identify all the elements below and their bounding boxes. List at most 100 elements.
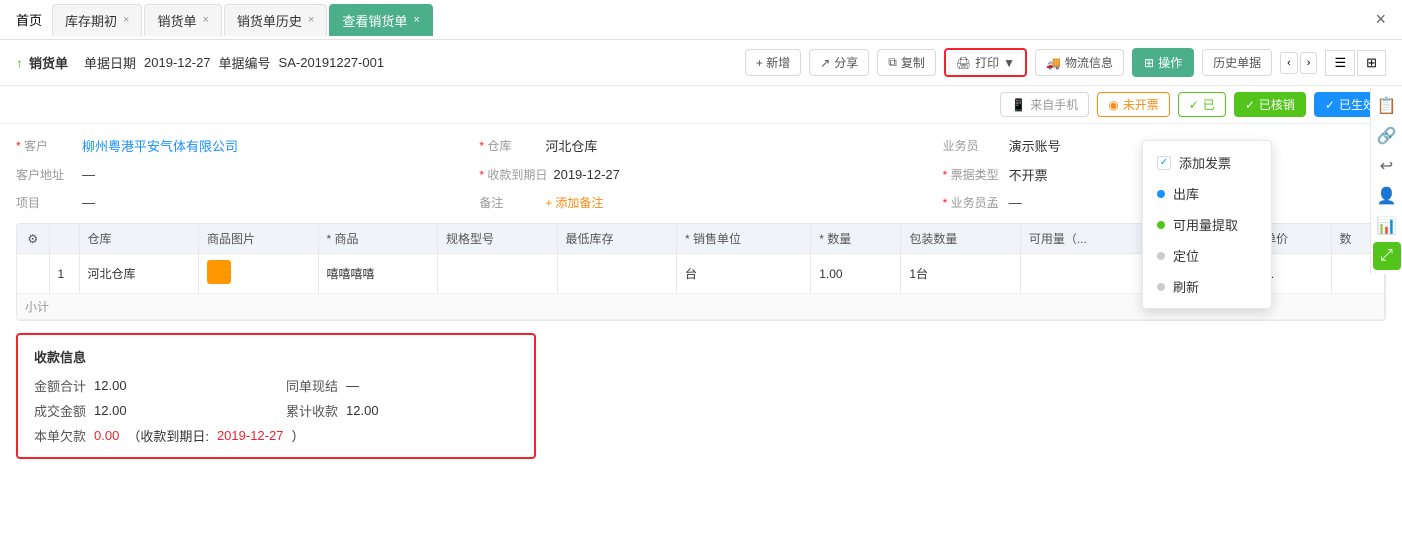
payment-date-value: 2019-12-27 <box>553 167 620 182</box>
cumulative-row: 累计收款 12.00 <box>286 401 518 420</box>
copy-button[interactable]: ⧉ 复制 <box>877 49 936 76</box>
payment-grid: 金额合计 12.00 同单现结 — 成交金额 12.00 累计收款 12.00 … <box>34 376 518 445</box>
form-actions: + 新增 ↗ 分享 ⧉ 复制 🖨 打印 ▼ 🚚 物流信息 ⊞ 操作 <box>745 48 1386 77</box>
same-order-row: 同单现结 — <box>286 376 518 395</box>
operation-dropdown: ✓ 添加发票 出库 可用量提取 定位 刷新 <box>1142 140 1272 309</box>
warehouse-value: 河北仓库 <box>545 136 597 155</box>
row-spec <box>438 254 558 294</box>
col-warehouse: 仓库 <box>79 224 199 254</box>
from-phone-button[interactable]: 📱 来自手机 <box>1000 92 1089 117</box>
print-button[interactable]: 🖨 打印 ▼ <box>944 48 1027 77</box>
staff-value: 演示账号 <box>1009 136 1061 155</box>
next-arrow[interactable]: › <box>1300 52 1318 74</box>
no-value: SA-20191227-001 <box>279 55 385 70</box>
customer-field: * 客户 柳州粤港平安气体有限公司 <box>16 136 459 155</box>
col-settings[interactable]: ⚙ <box>17 224 49 254</box>
amount-total-row: 金额合计 12.00 <box>34 376 266 395</box>
window-close-button[interactable]: × <box>1367 9 1394 30</box>
add-button[interactable]: + 新增 <box>745 49 801 76</box>
payment-section: 收款信息 金额合计 12.00 同单现结 — 成交金额 12.00 累计收款 1… <box>16 333 536 459</box>
dropdown-refresh[interactable]: 刷新 <box>1143 271 1271 302</box>
logistics-icon: 🚚 <box>1046 56 1061 70</box>
col-qty: * 数量 <box>811 224 901 254</box>
sidebar-expand-icon[interactable]: ⤢ <box>1373 242 1401 270</box>
main-container: ↑ 销货单 单据日期 2019-12-27 单据编号 SA-20191227-0… <box>0 40 1402 533</box>
transaction-row: 成交金额 12.00 <box>34 401 266 420</box>
tab-close-inventory[interactable]: × <box>123 14 129 26</box>
dot-blue-icon <box>1157 190 1165 198</box>
prev-arrow[interactable]: ‹ <box>1280 52 1298 74</box>
list-view-button[interactable]: ☰ <box>1325 50 1355 76</box>
tab-inventory[interactable]: 库存期初 × <box>52 4 142 36</box>
effect-icon: ✓ <box>1325 98 1335 112</box>
customer-value[interactable]: 柳州粤港平安气体有限公司 <box>82 136 238 155</box>
view-toggle: ☰ ⊞ <box>1325 50 1386 76</box>
add-note-button[interactable]: + 添加备注 <box>545 194 603 211</box>
nav-arrows: ‹ › <box>1280 52 1317 74</box>
row-product-img <box>199 254 319 294</box>
row-settings <box>17 254 49 294</box>
project-value: — <box>82 195 95 210</box>
dropdown-available-extract[interactable]: 可用量提取 <box>1143 209 1271 240</box>
sidebar-link-icon[interactable]: 🔗 <box>1373 122 1401 150</box>
checkbox-icon: ✓ <box>1157 156 1171 170</box>
col-pkg-qty: 包装数量 <box>901 224 1021 254</box>
tab-close-sales[interactable]: × <box>202 14 208 26</box>
checkmark-button[interactable]: ✓ 已 <box>1178 92 1226 117</box>
row-pkg-qty: 1台 <box>901 254 1021 294</box>
tab-view-sales[interactable]: 查看销货单 × <box>329 4 432 36</box>
tab-sales[interactable]: 销货单 × <box>144 4 221 36</box>
phone-icon: 📱 <box>1011 98 1026 112</box>
warehouse-field: * 仓库 河北仓库 <box>479 136 922 155</box>
sidebar-back-icon[interactable]: ↩ <box>1373 152 1401 180</box>
row-available <box>1020 254 1158 294</box>
ticket-value: 不开票 <box>1009 165 1048 184</box>
sidebar-user-icon[interactable]: 👤 <box>1373 182 1401 210</box>
transaction-value: 12.00 <box>94 403 127 418</box>
payment-title: 收款信息 <box>34 347 518 366</box>
sidebar-chart-icon[interactable]: 📊 <box>1373 212 1401 240</box>
sidebar-clipboard-icon[interactable]: 📋 <box>1373 92 1401 120</box>
share-button[interactable]: ↗ 分享 <box>809 49 869 76</box>
form-title: ↑ 销货单 <box>16 53 68 72</box>
available-extract-label: 可用量提取 <box>1173 215 1238 234</box>
tab-home[interactable]: 首页 <box>8 10 50 29</box>
refresh-label: 刷新 <box>1173 277 1199 296</box>
amount-total-label: 金额合计 <box>34 376 86 395</box>
date-label: 单据日期 <box>84 53 136 72</box>
row-min-stock <box>557 254 677 294</box>
dropdown-locate[interactable]: 定位 <box>1143 240 1271 271</box>
not-open-button[interactable]: ◉ 未开票 <box>1097 92 1170 117</box>
dropdown-outbound[interactable]: 出库 <box>1143 178 1271 209</box>
payment-date-field: * 收款到期日 2019-12-27 <box>479 165 922 184</box>
operation-button[interactable]: ⊞ 操作 <box>1132 48 1194 77</box>
operation-icon: ⊞ <box>1144 56 1154 70</box>
logistics-button[interactable]: 🚚 物流信息 <box>1035 49 1124 76</box>
form-meta: 单据日期 2019-12-27 单据编号 SA-20191227-001 <box>84 53 384 72</box>
tab-sales-history[interactable]: 销货单历史 × <box>224 4 327 36</box>
due-payment-row: 本单欠款 0.00 （收款到期日: 2019-12-27 ） <box>34 426 518 445</box>
due-row: 本单欠款 0.00 （收款到期日: 2019-12-27 ） <box>34 426 518 445</box>
grid-view-button[interactable]: ⊞ <box>1357 50 1386 76</box>
col-num <box>49 224 79 254</box>
tab-bar: 首页 库存期初 × 销货单 × 销货单历史 × 查看销货单 × × <box>0 0 1402 40</box>
tab-close-sales-history[interactable]: × <box>308 14 314 26</box>
address-value: — <box>82 167 95 182</box>
copy-icon: ⧉ <box>888 55 897 70</box>
tab-close-view-sales[interactable]: × <box>413 14 419 26</box>
locate-label: 定位 <box>1173 246 1199 265</box>
address-field: 客户地址 — <box>16 165 459 184</box>
sold-button[interactable]: ✓ 已核销 <box>1234 92 1306 117</box>
print-dropdown-arrow: ▼ <box>1003 56 1015 70</box>
dot-gray2-icon <box>1157 283 1165 291</box>
add-invoice-label: 添加发票 <box>1179 153 1231 172</box>
dot-gray-icon <box>1157 252 1165 260</box>
col-product: * 商品 <box>318 224 438 254</box>
col-product-img: 商品图片 <box>199 224 319 254</box>
print-icon: 🖨 <box>956 56 971 70</box>
history-button[interactable]: 历史单据 <box>1202 49 1272 76</box>
col-unit: * 销售单位 <box>677 224 811 254</box>
row-num: 1 <box>49 254 79 294</box>
amount-total-value: 12.00 <box>94 378 127 393</box>
dropdown-add-invoice[interactable]: ✓ 添加发票 <box>1143 147 1271 178</box>
